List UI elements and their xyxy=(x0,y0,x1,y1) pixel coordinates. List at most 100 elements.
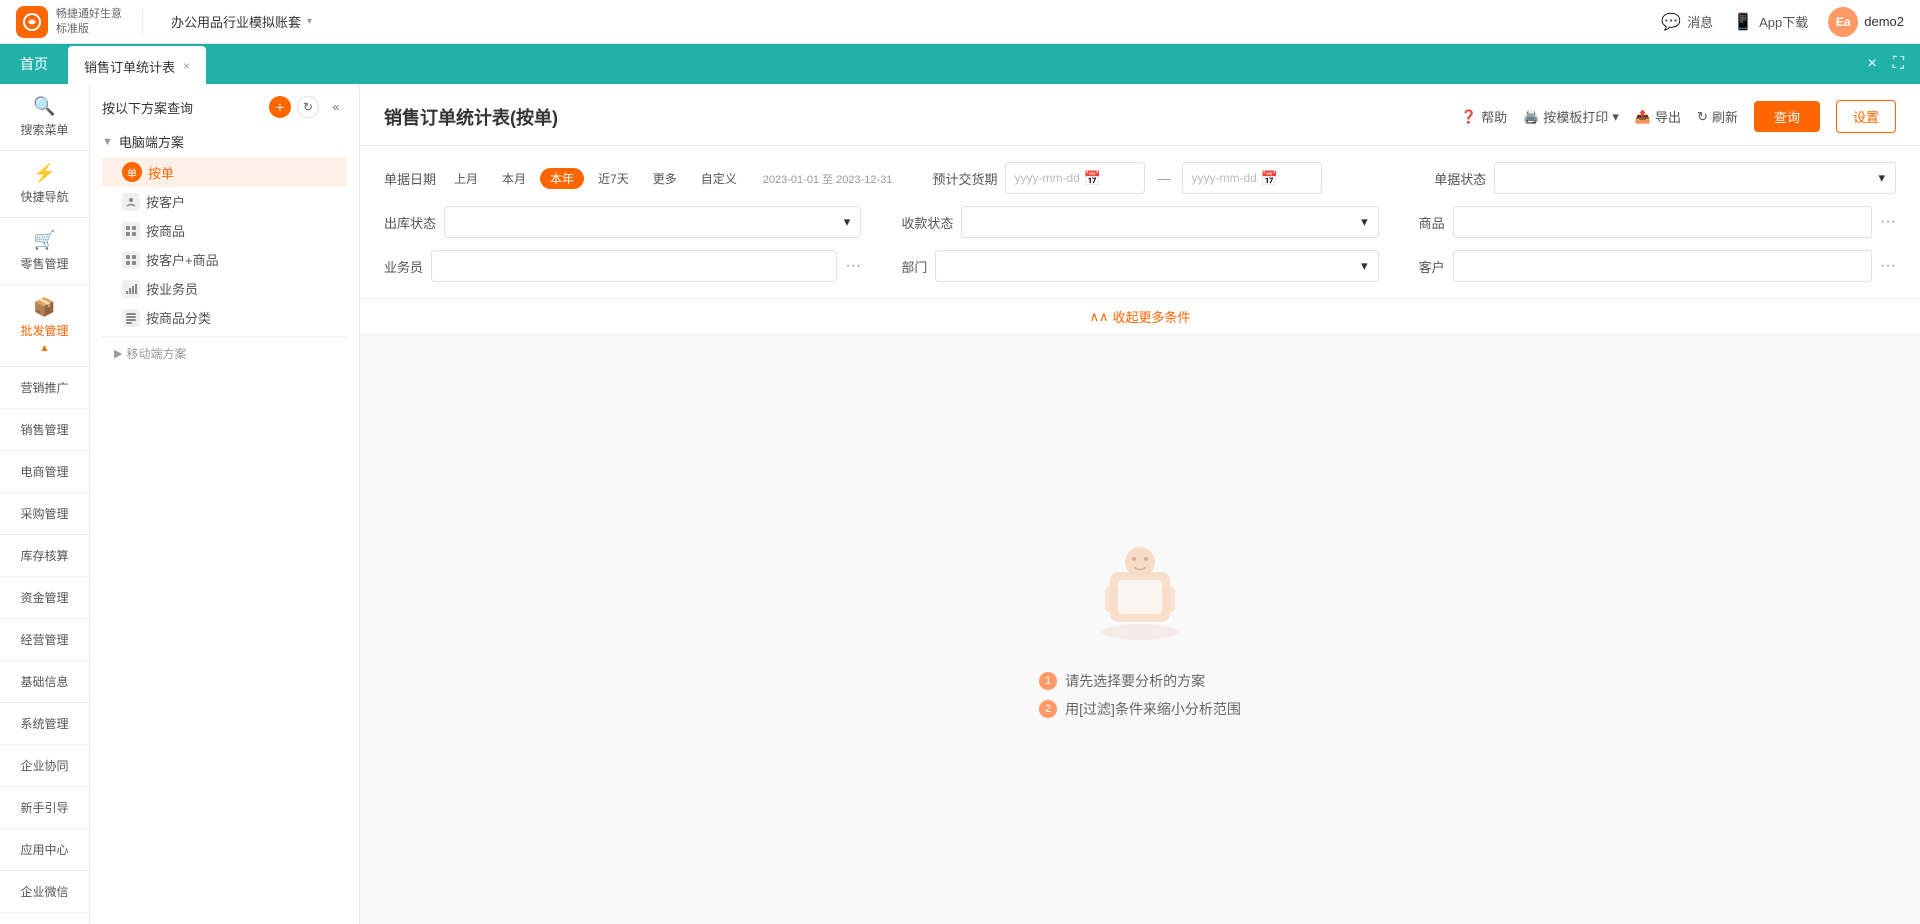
mobile-expand-icon: ▶ xyxy=(114,347,122,360)
doc-status-select[interactable]: ▾ xyxy=(1494,162,1896,194)
tree-child-customer-goods-label: 按客户+商品 xyxy=(146,250,219,269)
sidebar-item-guide[interactable]: 新手引导 xyxy=(0,787,89,829)
help-label: 帮助 xyxy=(1481,107,1507,126)
date-tag-last-month[interactable]: 上月 xyxy=(444,168,488,189)
panel-toolbar: 按以下方案查询 + ↻ « xyxy=(90,96,359,126)
message-label: 消息 xyxy=(1687,12,1713,31)
settings-btn[interactable]: 设置 xyxy=(1836,100,1896,133)
main-body: 按以下方案查询 + ↻ « ▼ 电脑端方案 单 按单 xyxy=(90,84,1920,924)
salesperson-more-icon[interactable]: ··· xyxy=(845,257,861,275)
workspace-selector[interactable]: 办公用品行业模拟账套 ▾ xyxy=(163,8,320,35)
sidebar-item-member[interactable]: 畅会员 xyxy=(0,913,89,924)
goods-more-icon[interactable]: ··· xyxy=(1880,213,1896,231)
sidebar-item-marketing[interactable]: 营销推广 xyxy=(0,367,89,409)
sidebar-item-ecommerce[interactable]: 电商管理 xyxy=(0,451,89,493)
single-date-label: 单据日期 xyxy=(384,169,436,188)
print-label: 按模板打印 xyxy=(1543,107,1608,126)
logo-area: 畅捷通好生意 标准版 xyxy=(16,6,122,38)
payment-status-label: 收款状态 xyxy=(901,213,953,232)
refresh-btn[interactable]: ↻ 刷新 xyxy=(1697,107,1738,126)
filter-area: 单据日期 上月 本月 本年 近7天 更多 自定义 2023-01-01 至 20… xyxy=(360,146,1920,299)
panel-add-btn[interactable]: + xyxy=(269,96,291,118)
workspace-chevron-icon: ▾ xyxy=(307,16,312,27)
date-tag-7days[interactable]: 近7天 xyxy=(588,168,639,189)
print-chevron-icon: ▾ xyxy=(1612,109,1619,125)
help-icon: ❓ xyxy=(1461,109,1477,125)
search-btn[interactable]: 查询 xyxy=(1754,101,1820,132)
sidebar-item-finance[interactable]: 资金管理 xyxy=(0,577,89,619)
tree-child-goods[interactable]: 按商品 xyxy=(102,216,347,245)
sidebar-item-inventory[interactable]: 库存核算 xyxy=(0,535,89,577)
empty-illustration xyxy=(1080,532,1200,655)
payment-status-select[interactable]: ▾ xyxy=(961,206,1378,238)
sidebar-item-system[interactable]: 系统管理 xyxy=(0,703,89,745)
filter-group-doc-status: 单据状态 ▾ xyxy=(1434,162,1896,194)
sidebar-item-search[interactable]: 🔍 搜索菜单 xyxy=(0,84,89,151)
tree-child-category[interactable]: 按商品分类 xyxy=(102,303,347,332)
page-actions: ❓ 帮助 🖨️ 按模板打印 ▾ 📤 导出 ↻ 刷新 xyxy=(1461,100,1896,133)
date-tag-more[interactable]: 更多 xyxy=(643,168,687,189)
sidebar-item-appstore[interactable]: 应用中心 xyxy=(0,829,89,871)
mobile-section-label: 移动端方案 xyxy=(126,345,186,362)
sidebar-item-basic[interactable]: 基础信息 xyxy=(0,661,89,703)
tab-home[interactable]: 首页 xyxy=(0,44,68,84)
sidebar-item-wechat[interactable]: 企业微信 xyxy=(0,871,89,913)
goods-scheme-icon xyxy=(122,222,140,240)
tab-sales-order[interactable]: 销售订单统计表 × xyxy=(68,46,206,86)
export-btn[interactable]: 📤 导出 xyxy=(1635,107,1681,126)
delivery-date-end[interactable]: yyyy-mm-dd 📅 xyxy=(1182,162,1322,194)
sidebar-item-corp[interactable]: 企业协同 xyxy=(0,745,89,787)
main-layout: 🔍 搜索菜单 ⚡ 快捷导航 🛒 零售管理 📦 批发管理 ▲ 营销推广 销售管理 … xyxy=(0,84,1920,924)
sidebar-item-operations[interactable]: 经营管理 xyxy=(0,619,89,661)
panel-collapse-btn[interactable]: « xyxy=(325,96,347,118)
customer-goods-scheme-icon xyxy=(122,251,140,269)
page-header: 销售订单统计表(按单) ❓ 帮助 🖨️ 按模板打印 ▾ 📤 导出 xyxy=(360,84,1920,146)
tree-expand-icon: ▼ xyxy=(102,136,113,148)
home-tab-label: 首页 xyxy=(20,54,48,74)
help-btn[interactable]: ❓ 帮助 xyxy=(1461,107,1507,126)
tree-parent-pc[interactable]: ▼ 电脑端方案 xyxy=(102,126,347,157)
hint-num-1: 1 xyxy=(1039,672,1057,690)
collapse-bar[interactable]: ∧∧ 收起更多条件 xyxy=(360,299,1920,335)
filter-group-delivery-date: 预计交货期 yyyy-mm-dd 📅 — yyyy-mm-dd 📅 xyxy=(932,162,1394,194)
top-bar-right: 💬 消息 📱 App下载 Ea demo2 xyxy=(1661,7,1904,37)
panel-refresh-btn[interactable]: ↻ xyxy=(297,96,319,118)
sidebar-item-retail[interactable]: 🛒 零售管理 xyxy=(0,218,89,285)
tree-child-order[interactable]: 单 按单 xyxy=(102,157,347,187)
tree-child-order-label: 按单 xyxy=(148,163,174,182)
date-tag-custom[interactable]: 自定义 xyxy=(691,168,747,189)
user-area[interactable]: Ea demo2 xyxy=(1828,7,1904,37)
window-close-btn[interactable]: × xyxy=(1863,51,1880,77)
order-scheme-icon: 单 xyxy=(122,162,142,182)
date-tag-this-month[interactable]: 本月 xyxy=(492,168,536,189)
sidebar-item-wholesale[interactable]: 📦 批发管理 ▲ xyxy=(0,285,89,367)
right-panel: 销售订单统计表(按单) ❓ 帮助 🖨️ 按模板打印 ▾ 📤 导出 xyxy=(360,84,1920,924)
filter-group-single-date: 单据日期 上月 本月 本年 近7天 更多 自定义 xyxy=(384,168,747,189)
date-tag-this-year[interactable]: 本年 xyxy=(540,168,584,189)
empty-hint-2: 2 用[过滤]条件来缩小分析范围 xyxy=(1039,699,1241,719)
delivery-date-start[interactable]: yyyy-mm-dd 📅 xyxy=(1005,162,1145,194)
tree-child-customer-goods[interactable]: 按客户+商品 xyxy=(102,245,347,274)
sidebar-item-sales[interactable]: 销售管理 xyxy=(0,409,89,451)
tree-child-customer[interactable]: 按客户 xyxy=(102,187,347,216)
dept-chevron-icon: ▾ xyxy=(1361,258,1368,274)
print-btn[interactable]: 🖨️ 按模板打印 ▾ xyxy=(1523,107,1619,126)
window-expand-btn[interactable]: ⛶ xyxy=(1889,51,1908,77)
app-download-action[interactable]: 📱 App下载 xyxy=(1733,12,1808,32)
doc-status-label: 单据状态 xyxy=(1434,169,1486,188)
sidebar-item-purchase[interactable]: 采购管理 xyxy=(0,493,89,535)
message-action[interactable]: 💬 消息 xyxy=(1661,12,1713,32)
shipping-status-select[interactable]: ▾ xyxy=(444,206,861,238)
shipping-status-label: 出库状态 xyxy=(384,213,436,232)
tree-sub-mobile[interactable]: ▶ 移动端方案 xyxy=(102,341,347,366)
calendar-end-icon: 📅 xyxy=(1261,170,1278,187)
filter-group-shipping: 出库状态 ▾ xyxy=(384,206,861,238)
customer-more-icon[interactable]: ··· xyxy=(1880,257,1896,275)
department-select[interactable]: ▾ xyxy=(935,250,1378,282)
delivery-date-label: 预计交货期 xyxy=(932,169,997,188)
tree-child-salesperson[interactable]: 按业务员 xyxy=(102,274,347,303)
date-filter: 上月 本月 本年 近7天 更多 自定义 xyxy=(444,168,747,189)
tab-close-icon[interactable]: × xyxy=(183,59,190,73)
quick-nav-label: 快捷导航 xyxy=(20,188,68,205)
sidebar-item-quick-nav[interactable]: ⚡ 快捷导航 xyxy=(0,151,89,218)
